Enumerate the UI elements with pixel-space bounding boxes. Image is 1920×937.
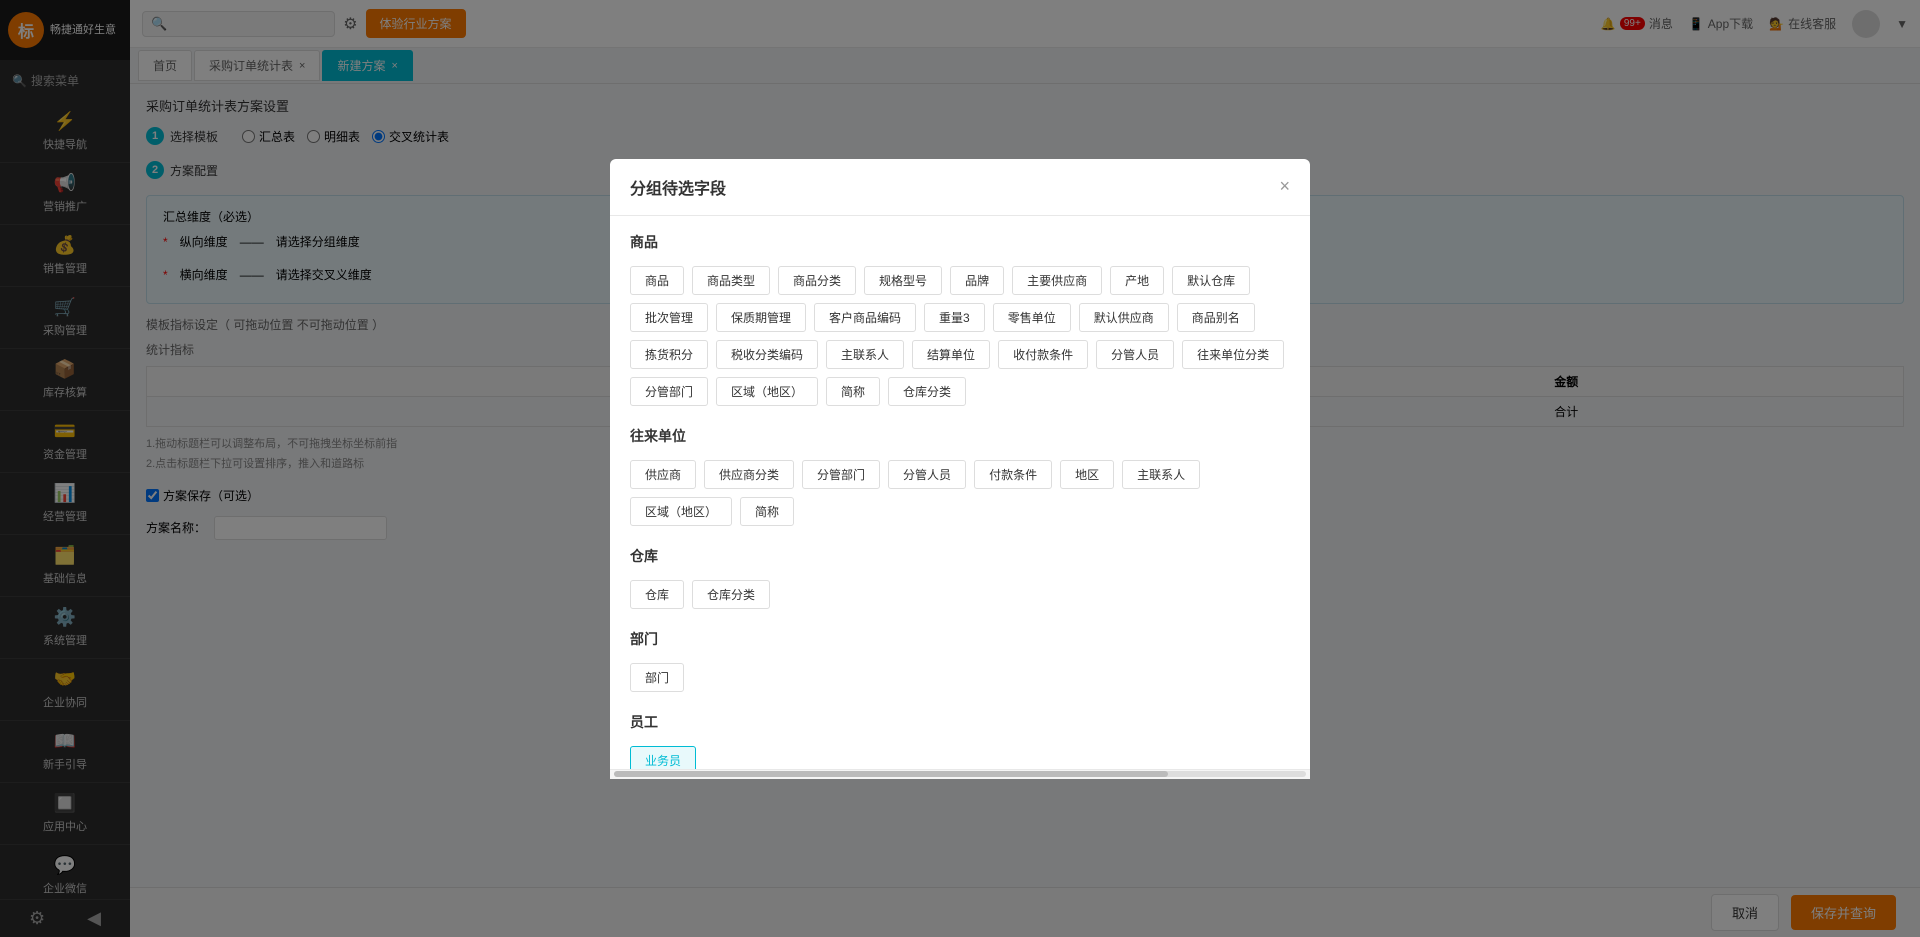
field-tag-warehouse[interactable]: 仓库 [630,580,684,609]
group-product-title: 商品 [630,232,1290,256]
field-tag-salesperson[interactable]: 业务员 [630,746,696,769]
field-tag-settlement-unit[interactable]: 结算单位 [912,340,990,369]
field-tag-short-name[interactable]: 简称 [826,377,880,406]
field-tag-origin[interactable]: 产地 [1110,266,1164,295]
modal-dialog: 分组待选字段 × 商品 商品 商品类型 商品分类 规格型号 品牌 主要供应商 产… [610,159,1310,779]
field-tag-weight3[interactable]: 重量3 [924,303,985,332]
field-tag-supplier[interactable]: 供应商 [630,460,696,489]
field-tag-manager2[interactable]: 分管人员 [888,460,966,489]
field-tag-default-supplier[interactable]: 默认供应商 [1079,303,1169,332]
modal-horizontal-scrollbar[interactable] [610,769,1310,779]
field-tag-main-contact[interactable]: 主联系人 [826,340,904,369]
field-tag-tax-code[interactable]: 税收分类编码 [716,340,818,369]
modal-header: 分组待选字段 × [610,159,1310,216]
dept-field-tags: 部门 [630,663,1290,692]
field-tag-product-category[interactable]: 商品分类 [778,266,856,295]
field-tag-spec-type[interactable]: 规格型号 [864,266,942,295]
employee-field-tags: 业务员 [630,746,1290,769]
field-tag-payment-terms[interactable]: 收付款条件 [998,340,1088,369]
field-tag-warehouse-cat[interactable]: 仓库分类 [692,580,770,609]
field-tag-department[interactable]: 部门 [630,663,684,692]
modal-hscroll-thumb[interactable] [614,771,1168,777]
field-tag-batch-manage[interactable]: 批次管理 [630,303,708,332]
group-warehouse-title: 仓库 [630,546,1290,570]
field-tag-retail-unit[interactable]: 零售单位 [993,303,1071,332]
field-tag-dept2[interactable]: 分管部门 [802,460,880,489]
modal-body[interactable]: 商品 商品 商品类型 商品分类 规格型号 品牌 主要供应商 产地 默认仓库 批次… [610,216,1310,769]
group-partner-title: 往来单位 [630,426,1290,450]
modal-title: 分组待选字段 [630,175,726,199]
modal-overlay: 分组待选字段 × 商品 商品 商品类型 商品分类 规格型号 品牌 主要供应商 产… [0,0,1920,937]
field-tag-main-contact2[interactable]: 主联系人 [1122,460,1200,489]
field-group-employee: 员工 业务员 [630,712,1290,769]
field-tag-manager[interactable]: 分管人员 [1096,340,1174,369]
modal-hscroll-track[interactable] [614,771,1306,777]
field-tag-unit-category[interactable]: 往来单位分类 [1182,340,1284,369]
product-field-tags: 商品 商品类型 商品分类 规格型号 品牌 主要供应商 产地 默认仓库 批次管理 … [630,266,1290,406]
group-employee-title: 员工 [630,712,1290,736]
field-tag-main-supplier[interactable]: 主要供应商 [1012,266,1102,295]
field-tag-region2[interactable]: 区域（地区） [630,497,732,526]
field-tag-area[interactable]: 地区 [1060,460,1114,489]
field-tag-product-alias[interactable]: 商品别名 [1177,303,1255,332]
partner-field-tags: 供应商 供应商分类 分管部门 分管人员 付款条件 地区 主联系人 区域（地区） … [630,460,1290,526]
field-group-warehouse: 仓库 仓库 仓库分类 [630,546,1290,609]
field-tag-short-name2[interactable]: 简称 [740,497,794,526]
field-tag-payment-cond[interactable]: 付款条件 [974,460,1052,489]
group-dept-title: 部门 [630,629,1290,653]
field-group-partner: 往来单位 供应商 供应商分类 分管部门 分管人员 付款条件 地区 主联系人 区域… [630,426,1290,526]
field-tag-manage-dept[interactable]: 分管部门 [630,377,708,406]
warehouse-field-tags: 仓库 仓库分类 [630,580,1290,609]
modal-close-button[interactable]: × [1279,176,1290,197]
field-tag-warehouse-category[interactable]: 仓库分类 [888,377,966,406]
field-tag-product-type[interactable]: 商品类型 [692,266,770,295]
field-tag-default-warehouse[interactable]: 默认仓库 [1172,266,1250,295]
field-tag-pick-points[interactable]: 拣货积分 [630,340,708,369]
field-tag-region[interactable]: 区域（地区） [716,377,818,406]
field-group-dept: 部门 部门 [630,629,1290,692]
field-tag-validity-manage[interactable]: 保质期管理 [716,303,806,332]
field-tag-brand[interactable]: 品牌 [950,266,1004,295]
field-group-product: 商品 商品 商品类型 商品分类 规格型号 品牌 主要供应商 产地 默认仓库 批次… [630,232,1290,406]
field-tag-customer-code[interactable]: 客户商品编码 [814,303,916,332]
field-tag-product[interactable]: 商品 [630,266,684,295]
field-tag-supplier-category[interactable]: 供应商分类 [704,460,794,489]
